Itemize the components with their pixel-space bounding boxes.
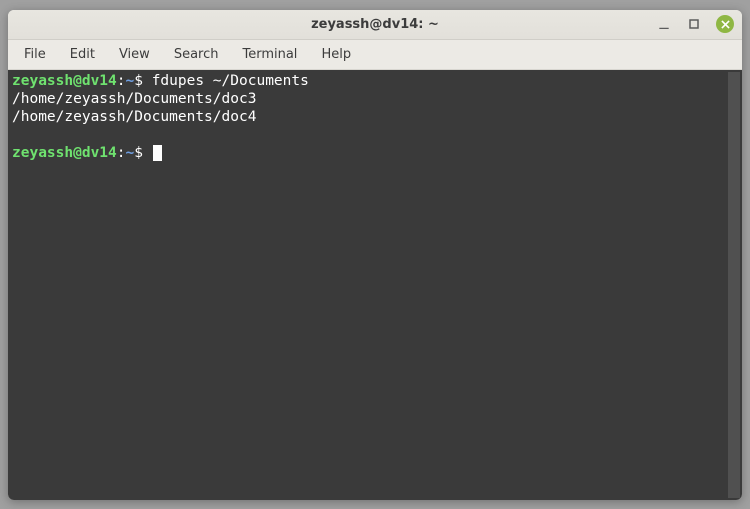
menu-search[interactable]: Search xyxy=(162,43,231,66)
prompt-user-host: zeyassh@dv14 xyxy=(12,73,117,89)
prompt-path: ~ xyxy=(126,145,135,161)
menu-file[interactable]: File xyxy=(12,43,58,66)
close-icon xyxy=(721,20,730,29)
menu-view[interactable]: View xyxy=(107,43,162,66)
titlebar[interactable]: zeyassh@dv14: ~ _ xyxy=(8,10,742,40)
minimize-button[interactable]: _ xyxy=(656,16,672,32)
output-line: /home/zeyassh/Documents/doc3 xyxy=(12,90,738,108)
prompt-separator: : xyxy=(117,73,126,89)
terminal-line: zeyassh@dv14:~$ xyxy=(12,144,738,162)
prompt-separator: : xyxy=(117,145,126,161)
window-title: zeyassh@dv14: ~ xyxy=(311,17,439,32)
window-controls: _ xyxy=(656,15,734,33)
prompt-symbol: $ xyxy=(134,145,151,161)
close-button[interactable] xyxy=(716,15,734,33)
menu-edit[interactable]: Edit xyxy=(58,43,107,66)
maximize-icon xyxy=(689,19,699,29)
scrollbar[interactable] xyxy=(728,72,740,498)
cursor xyxy=(153,145,162,161)
terminal-body[interactable]: zeyassh@dv14:~$ fdupes ~/Documents /home… xyxy=(8,70,742,500)
blank-line xyxy=(12,126,738,144)
prompt-symbol: $ xyxy=(134,73,151,89)
command-text: fdupes ~/Documents xyxy=(152,73,309,89)
menu-help[interactable]: Help xyxy=(309,43,363,66)
maximize-button[interactable] xyxy=(686,16,702,32)
menubar: File Edit View Search Terminal Help xyxy=(8,40,742,70)
prompt-user-host: zeyassh@dv14 xyxy=(12,145,117,161)
menu-terminal[interactable]: Terminal xyxy=(230,43,309,66)
prompt-path: ~ xyxy=(126,73,135,89)
output-line: /home/zeyassh/Documents/doc4 xyxy=(12,108,738,126)
terminal-line: zeyassh@dv14:~$ fdupes ~/Documents xyxy=(12,72,738,90)
terminal-window: zeyassh@dv14: ~ _ File Edit View Search … xyxy=(8,10,742,500)
